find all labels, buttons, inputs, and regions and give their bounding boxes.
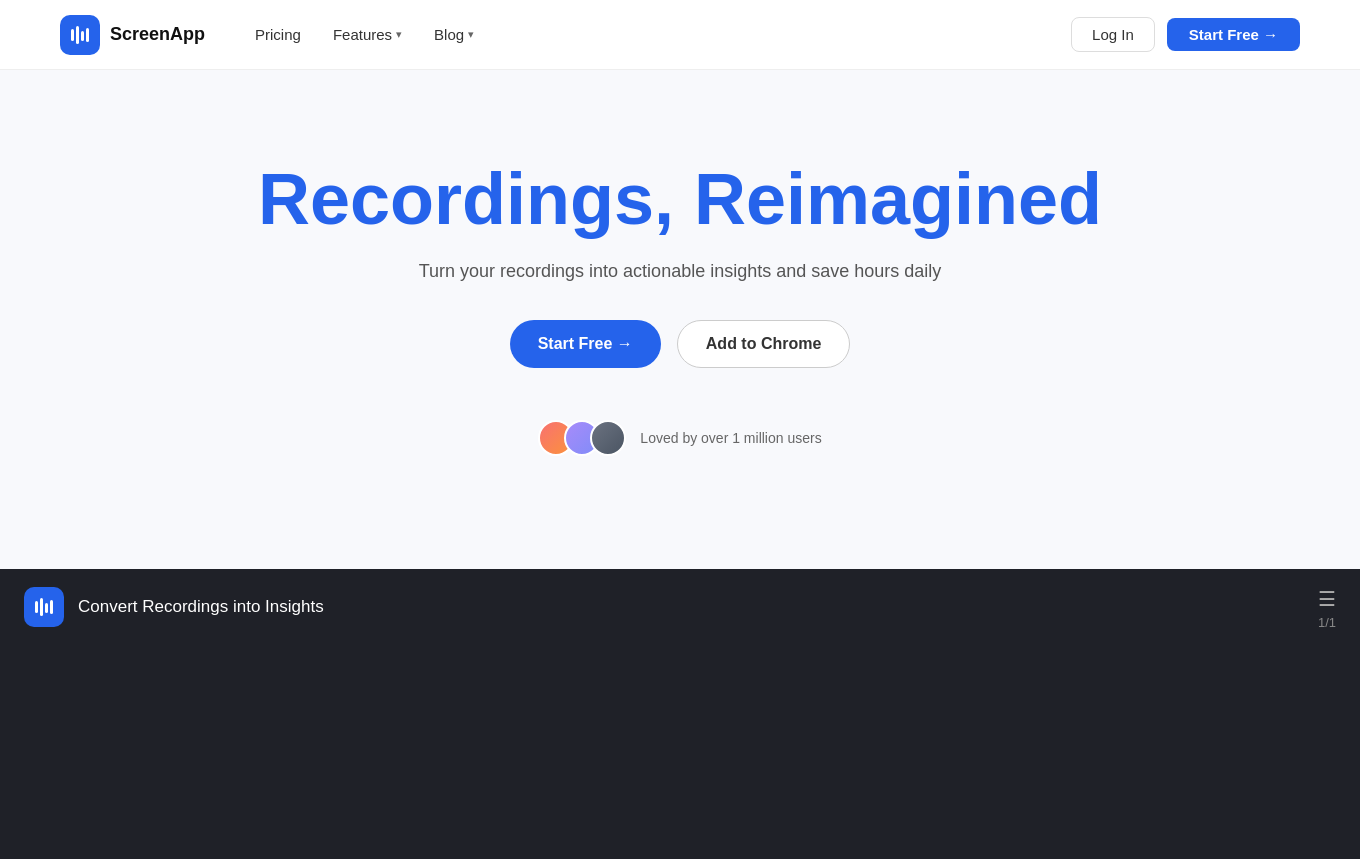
social-proof: Loved by over 1 million users <box>538 420 821 456</box>
navbar: ScreenApp Pricing Features ▾ Blog ▾ Log … <box>0 0 1360 70</box>
hero-subtitle: Turn your recordings into actionable ins… <box>419 261 942 282</box>
login-button[interactable]: Log In <box>1071 17 1155 52</box>
hero-add-to-chrome-button[interactable]: Add to Chrome <box>677 320 851 368</box>
nav-links: Pricing Features ▾ Blog ▾ <box>241 18 488 51</box>
hero-buttons: Start Free → Add to Chrome <box>510 320 851 368</box>
hero-section: Recordings, Reimagined Turn your recordi… <box>0 70 1360 536</box>
avatar-3 <box>590 420 626 456</box>
features-chevron-icon: ▾ <box>396 28 402 41</box>
svg-rect-1 <box>76 26 79 44</box>
hero-start-free-button[interactable]: Start Free → <box>510 320 661 368</box>
navbar-right: Log In Start Free → <box>1071 17 1300 52</box>
svg-rect-3 <box>86 28 89 42</box>
avatars-group <box>538 420 626 456</box>
navbar-start-free-button[interactable]: Start Free → <box>1167 18 1300 51</box>
nav-features[interactable]: Features ▾ <box>319 18 416 51</box>
nav-blog[interactable]: Blog ▾ <box>420 18 488 51</box>
blog-chevron-icon: ▾ <box>468 28 474 41</box>
social-proof-text: Loved by over 1 million users <box>640 430 821 446</box>
logo-icon <box>60 15 100 55</box>
nav-pricing[interactable]: Pricing <box>241 18 315 51</box>
logo[interactable]: ScreenApp <box>60 15 205 55</box>
navbar-left: ScreenApp Pricing Features ▾ Blog ▾ <box>60 15 488 55</box>
svg-rect-0 <box>71 29 74 41</box>
logo-name: ScreenApp <box>110 24 205 45</box>
svg-rect-2 <box>81 31 84 41</box>
hero-title: Recordings, Reimagined <box>258 160 1102 239</box>
